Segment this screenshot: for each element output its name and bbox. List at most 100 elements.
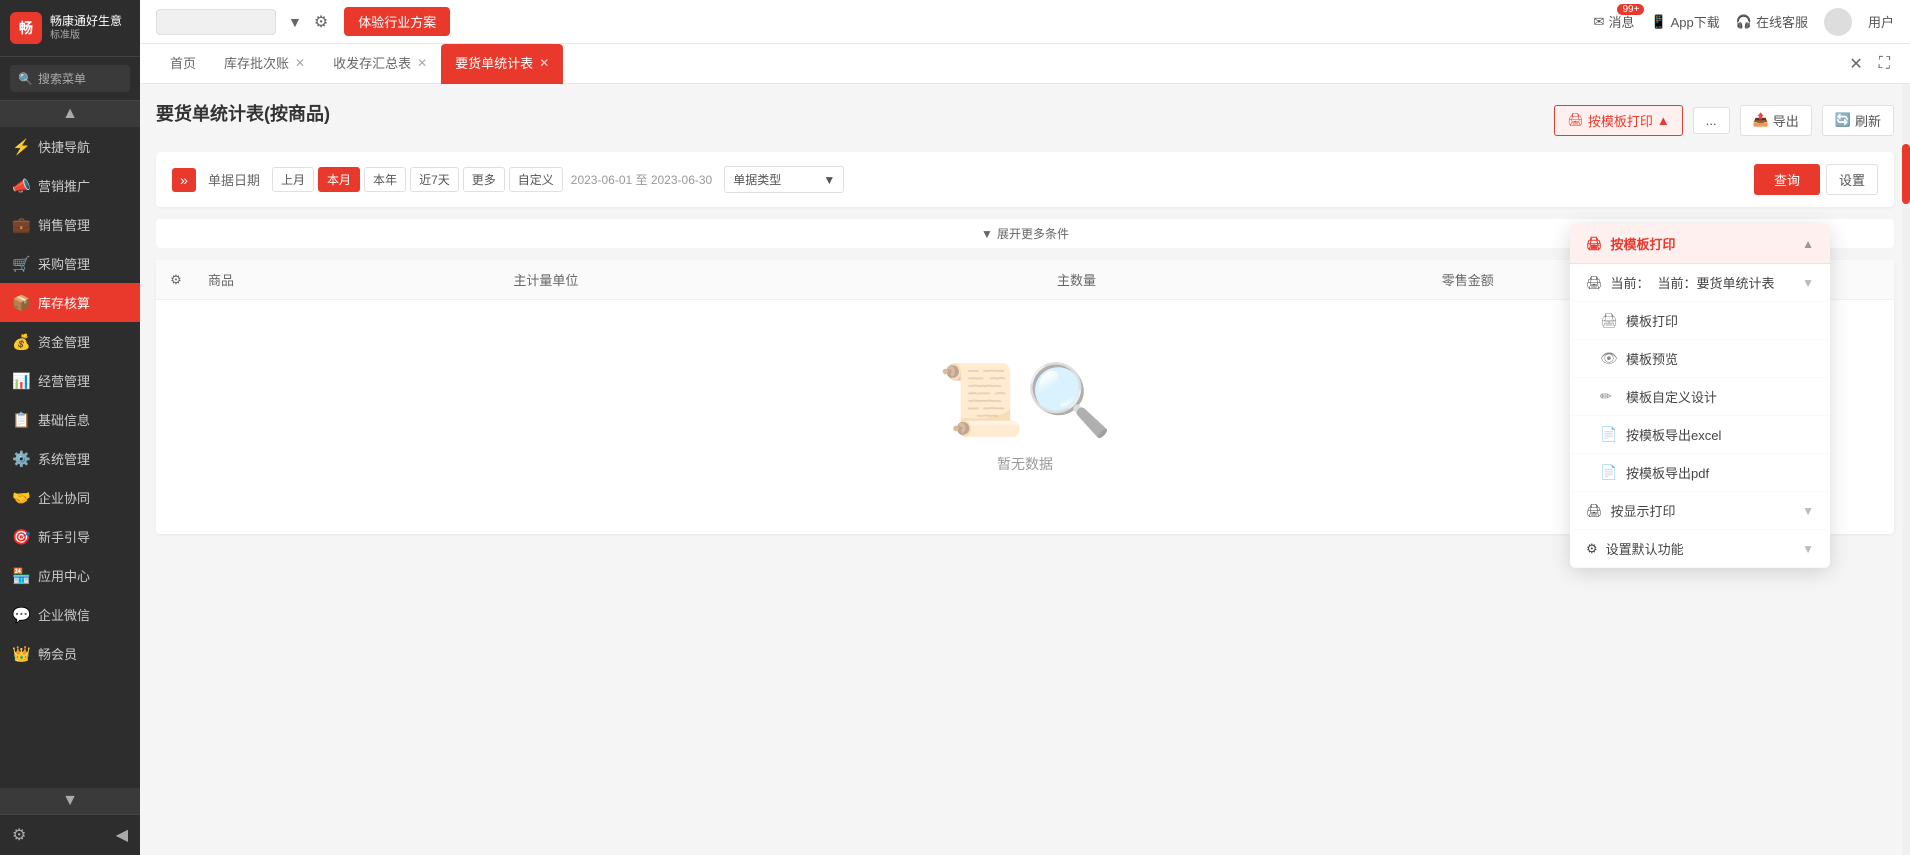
topbar-settings-button[interactable]: ⚙ [314,12,328,32]
sidebar-logo: 畅 畅康通好生意 标准版 [0,0,140,57]
app-download-button[interactable]: 📱 App下载 [1650,12,1719,31]
sidebar-item-marketing[interactable]: 📣 营销推广 [0,166,140,205]
sidebar-item-sales[interactable]: 💼 销售管理 [0,205,140,244]
chevron-up-icon: ▲ [1657,113,1670,128]
refresh-button[interactable]: 🔄 刷新 [1822,105,1894,136]
display-print-icon: 🖨 [1586,503,1603,519]
shortcut-icon: ⚡ [12,138,30,156]
sidebar-search-area: 🔍 搜索菜单 [0,57,140,101]
sidebar-item-wechat[interactable]: 💬 企业微信 [0,595,140,634]
sidebar-item-inventory[interactable]: 📦 库存核算 [0,283,140,322]
inventory-icon: 📦 [12,294,30,312]
tab-order-stats[interactable]: 要货单统计表 ✕ [441,44,563,84]
topbar-dropdown-button[interactable]: ▼ [288,14,302,30]
page-actions: 🖨 按模板打印 ▲ ... 📤 导出 🔄 刷新 [1554,105,1894,136]
sidebar-item-guide[interactable]: 🎯 新手引导 [0,517,140,556]
dropdown-set-default[interactable]: ⚙ 设置默认功能 ▼ [1570,530,1830,568]
date-more[interactable]: 更多 [463,167,505,192]
dropdown-collapse-chevron[interactable]: ▲ [1802,237,1814,251]
query-button[interactable]: 查询 [1754,164,1820,195]
expand-icon: ▼ [981,227,993,241]
dropdown-item-template-preview[interactable]: 👁 模板预览 [1570,340,1830,378]
dropdown-display-print[interactable]: 🖨 按显示打印 ▼ [1570,492,1830,530]
scroll-down-button[interactable]: ▼ [0,788,140,814]
guide-icon: 🎯 [12,528,30,546]
sidebar-item-vip[interactable]: 👑 畅会员 [0,634,140,673]
sidebar-item-collab[interactable]: 🤝 企业协同 [0,478,140,517]
marketing-icon: 📣 [12,177,30,195]
sidebar-item-basic[interactable]: 📋 基础信息 [0,400,140,439]
date-range-display: 2023-06-01 至 2023-06-30 [571,171,712,188]
date-last7[interactable]: 近7天 [410,167,459,192]
tab-inventory-batch-close[interactable]: ✕ [295,56,305,70]
no-data-text: 暂无数据 [997,454,1053,474]
col-product: 商品 [196,260,501,300]
more-options-button[interactable]: ... [1693,107,1730,134]
sidebar-item-shortcut[interactable]: ⚡ 快捷导航 [0,127,140,166]
content-area: 要货单统计表(按商品) 🖨 按模板打印 ▲ ... 📤 导出 [140,84,1910,855]
sidebar-item-finance[interactable]: 💰 资金管理 [0,322,140,361]
dropdown-current-template[interactable]: 🖨 当前： 当前：要货单统计表 ▼ [1570,264,1830,302]
no-data-illustration: 📜🔍 [938,360,1112,442]
sidebar-item-system[interactable]: ⚙️ 系统管理 [0,439,140,478]
tab-receipt-summary[interactable]: 收发存汇总表 ✕ [319,44,441,84]
dropdown-item-template-design[interactable]: ✏ 模板自定义设计 [1570,378,1830,416]
date-prev-month[interactable]: 上月 [272,167,314,192]
avatar-image [1824,8,1852,36]
col-settings[interactable]: ⚙ [156,260,196,300]
filter-expand-icon-button[interactable]: » [172,168,196,192]
date-options-group: 上月 本月 本年 近7天 更多 自定义 2023-06-01 至 2023-06… [272,167,712,192]
scroll-up-button[interactable]: ▲ [0,101,140,127]
dropdown-item-export-excel[interactable]: 📄 按模板导出excel [1570,416,1830,454]
topbar: ▼ ⚙ 体验行业方案 ✉ 消息 99+ 📱 App下载 🎧 在线客服 用户 [140,0,1910,44]
message-badge: 99+ [1617,4,1644,15]
user-avatar[interactable] [1824,8,1852,36]
vip-icon: 👑 [12,645,30,663]
finance-icon: 💰 [12,333,30,351]
tabs-close-all-button[interactable]: ✕ [1845,50,1866,78]
column-settings-icon: ⚙ [170,272,182,287]
search-menu-button[interactable]: 🔍 搜索菜单 [10,65,130,92]
tab-inventory-batch[interactable]: 库存批次账 ✕ [210,44,319,84]
template-preview-icon: 👁 [1600,350,1616,367]
messages-button[interactable]: ✉ 消息 99+ [1594,12,1635,31]
scrollbar-thumb[interactable] [1902,144,1910,204]
dropdown-item-export-pdf[interactable]: 📄 按模板导出pdf [1570,454,1830,492]
service-icon: 🎧 [1736,14,1752,30]
print-icon: 🖨 [1567,112,1584,128]
sidebar-item-appstore[interactable]: 🏪 应用中心 [0,556,140,595]
export-pdf-icon: 📄 [1600,464,1616,481]
operation-icon: 📊 [12,372,30,390]
date-this-month[interactable]: 本月 [318,167,360,192]
topbar-search-input[interactable] [156,9,276,35]
date-custom[interactable]: 自定义 [509,167,563,192]
appstore-icon: 🏪 [12,567,30,585]
global-settings-button[interactable]: ⚙ [12,825,26,845]
order-type-select[interactable]: 单据类型 ▼ [724,166,844,193]
expand-more-button[interactable]: ▼ 展开更多条件 [981,225,1069,242]
dropdown-item-template-print[interactable]: 🖨 模板打印 [1570,302,1830,340]
sidebar-item-purchase[interactable]: 🛒 采购管理 [0,244,140,283]
collapse-sidebar-button[interactable]: ◀ [116,825,128,845]
date-this-year[interactable]: 本年 [364,167,406,192]
dropdown-title: 🖨 按模板打印 [1586,234,1676,253]
export-button[interactable]: 📤 导出 [1740,105,1812,136]
online-service-button[interactable]: 🎧 在线客服 [1736,12,1808,31]
main-area: ▼ ⚙ 体验行业方案 ✉ 消息 99+ 📱 App下载 🎧 在线客服 用户 [140,0,1910,855]
display-print-chevron: ▼ [1802,504,1814,518]
tab-receipt-summary-close[interactable]: ✕ [417,56,427,70]
message-icon: ✉ [1594,14,1605,30]
print-template-button[interactable]: 🖨 按模板打印 ▲ [1554,105,1682,136]
app-logo-icon: 畅 [10,12,42,44]
tabs-maximize-button[interactable]: ⛶ [1875,51,1894,77]
search-icon: 🔍 [18,72,33,86]
col-quantity: 主数量 [1045,260,1430,300]
tab-order-stats-close[interactable]: ✕ [539,56,549,70]
topbar-right: ✉ 消息 99+ 📱 App下载 🎧 在线客服 用户 [1594,8,1894,36]
column-settings-button[interactable]: 设置 [1826,164,1878,195]
template-icon: 🖨 [1586,275,1603,291]
filter-bar: » 单据日期 上月 本月 本年 近7天 更多 自定义 2023-06-01 至 … [156,152,1894,207]
tab-home[interactable]: 首页 [156,44,210,84]
sidebar-item-operation[interactable]: 📊 经营管理 [0,361,140,400]
trial-industry-button[interactable]: 体验行业方案 [344,7,450,36]
